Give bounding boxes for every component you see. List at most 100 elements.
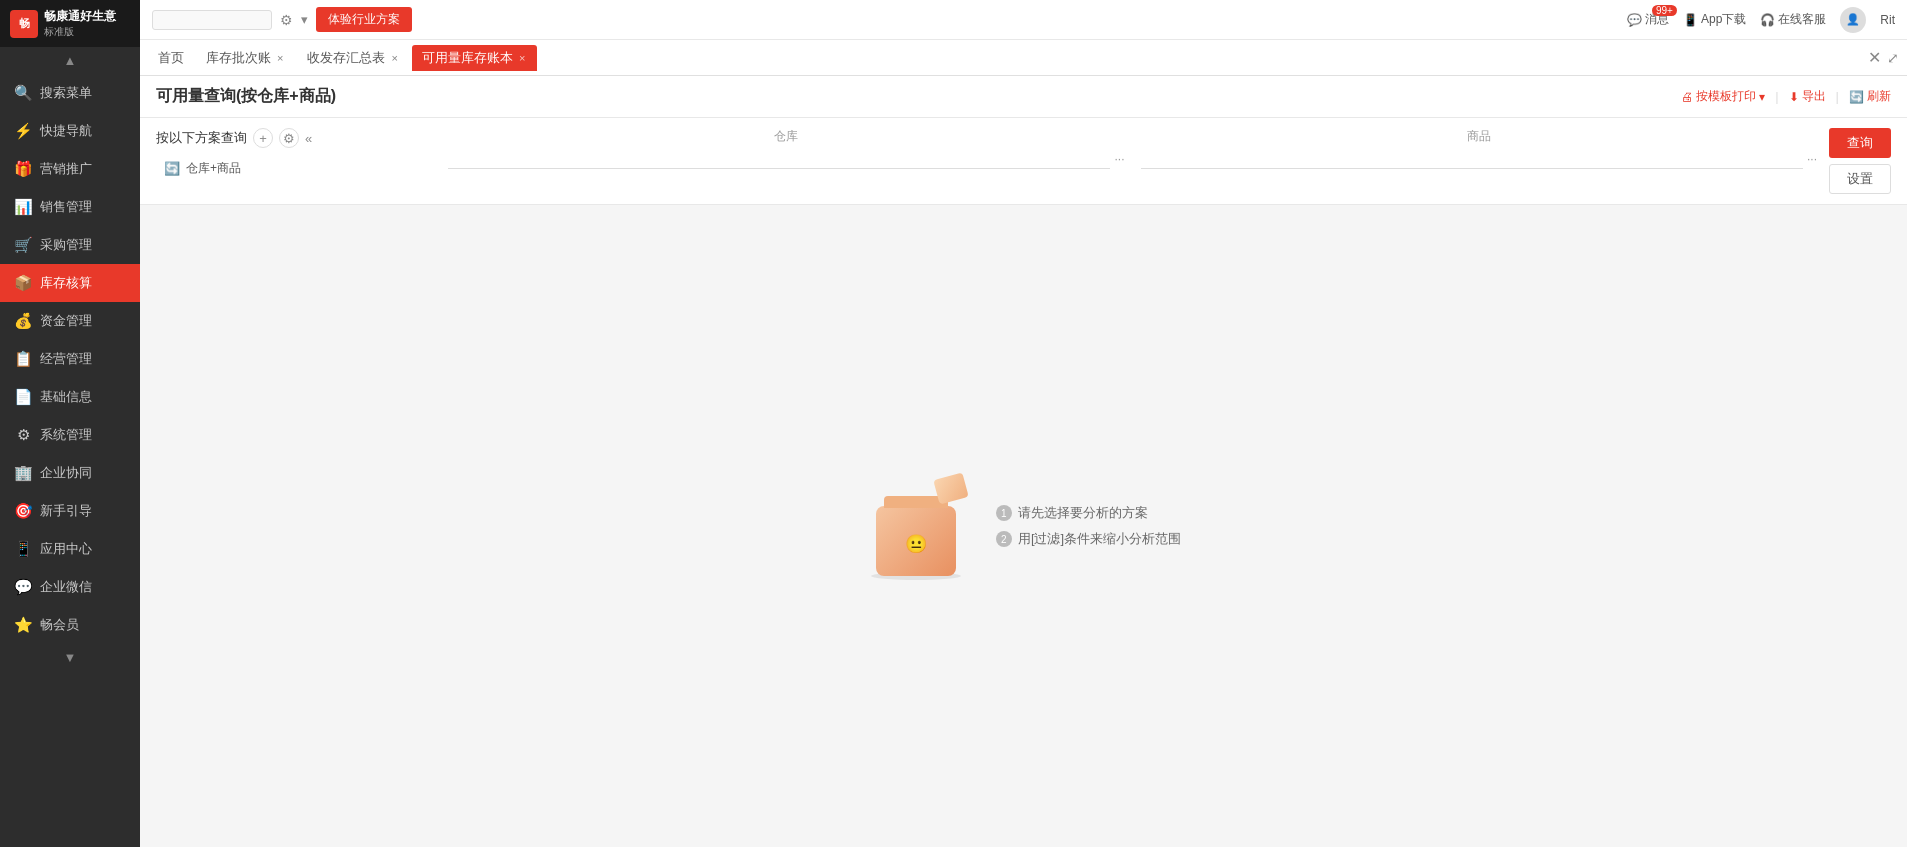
print-icon: 🖨 bbox=[1681, 90, 1693, 104]
search-input[interactable] bbox=[159, 13, 239, 27]
page-title: 可用量查询(按仓库+商品) bbox=[156, 86, 336, 107]
print-template-button[interactable]: 🖨 按模板打印 ▾ bbox=[1681, 88, 1765, 105]
app-download-button[interactable]: 📱 App下载 bbox=[1683, 11, 1746, 28]
sidebar-icon-member: ⭐ bbox=[14, 616, 32, 634]
refresh-icon: 🔄 bbox=[1849, 90, 1864, 104]
message-icon: 💬 bbox=[1627, 13, 1642, 27]
sidebar-icon-finance: 💰 bbox=[14, 312, 32, 330]
filter-scheme-header: 按以下方案查询 + ⚙ « bbox=[156, 128, 436, 148]
sidebar-item-basic[interactable]: 📄 基础信息 bbox=[0, 378, 140, 416]
message-badge: 99+ bbox=[1652, 5, 1677, 16]
tab-label-available: 可用量库存账本 bbox=[422, 49, 513, 67]
filter-panel: 按以下方案查询 + ⚙ « 🔄 仓库+商品 仓库 ··· bbox=[140, 118, 1907, 205]
empty-state: 😐 1 请先选择要分析的方案 2 用[过滤]条件来缩小分析范围 bbox=[140, 205, 1907, 847]
export-icon: ⬇ bbox=[1789, 90, 1799, 104]
tabs-container: 首页库存批次账 × 收发存汇总表 × 可用量库存账本 × bbox=[148, 45, 1866, 71]
tab-label-summary: 收发存汇总表 bbox=[307, 49, 385, 67]
sidebar-icon-basic: 📄 bbox=[14, 388, 32, 406]
sidebar: 畅 畅康通好生意 标准版 ▲ 🔍 搜索菜单 ⚡ 快捷导航 🎁 营销推广 📊 销售… bbox=[0, 0, 140, 847]
sidebar-item-inventory[interactable]: 📦 库存核算 bbox=[0, 264, 140, 302]
close-all-tabs-button[interactable]: ✕ bbox=[1868, 48, 1881, 67]
sidebar-icon-marketing: 🎁 bbox=[14, 160, 32, 178]
tab-summary[interactable]: 收发存汇总表 × bbox=[297, 45, 409, 71]
export-label: 导出 bbox=[1802, 88, 1826, 105]
sidebar-item-appcenter[interactable]: 📱 应用中心 bbox=[0, 530, 140, 568]
avatar-placeholder-icon: 👤 bbox=[1846, 13, 1860, 26]
sidebar-items-list: 🔍 搜索菜单 ⚡ 快捷导航 🎁 营销推广 📊 销售管理 🛒 采购管理 📦 库存核… bbox=[0, 74, 140, 644]
topbar-gear-icon[interactable]: ⚙ bbox=[280, 12, 293, 28]
sidebar-label-shortcut: 快捷导航 bbox=[40, 122, 92, 140]
message-button[interactable]: 💬 消息 99+ bbox=[1627, 11, 1669, 28]
filter-scheme-item[interactable]: 🔄 仓库+商品 bbox=[156, 156, 436, 181]
sidebar-icon-inventory: 📦 bbox=[14, 274, 32, 292]
scheme-icon: 🔄 bbox=[164, 161, 180, 176]
trial-button[interactable]: 体验行业方案 bbox=[316, 7, 412, 32]
sidebar-header: 畅 畅康通好生意 标准版 bbox=[0, 0, 140, 47]
tab-label-batch: 库存批次账 bbox=[206, 49, 271, 67]
sidebar-label-member: 畅会员 bbox=[40, 616, 79, 634]
sidebar-scroll-up[interactable]: ▲ bbox=[0, 47, 140, 74]
scheme-settings-button[interactable]: ⚙ bbox=[279, 128, 299, 148]
product-more-button[interactable]: ··· bbox=[1807, 152, 1817, 166]
empty-box-face: 😐 bbox=[905, 533, 927, 555]
sidebar-item-search[interactable]: 🔍 搜索菜单 bbox=[0, 74, 140, 112]
product-filter-field: 商品 ··· bbox=[1141, 128, 1818, 169]
warehouse-more-button[interactable]: ··· bbox=[1114, 152, 1124, 166]
collapse-filter-button[interactable]: « bbox=[305, 131, 312, 146]
sidebar-label-sales: 销售管理 bbox=[40, 198, 92, 216]
tab-batch[interactable]: 库存批次账 × bbox=[196, 45, 295, 71]
sidebar-title-wrap: 畅康通好生意 标准版 bbox=[44, 8, 116, 39]
sidebar-item-purchase[interactable]: 🛒 采购管理 bbox=[0, 226, 140, 264]
sidebar-label-system: 系统管理 bbox=[40, 426, 92, 444]
tab-close-summary[interactable]: × bbox=[389, 52, 399, 64]
tabs-right-buttons: ✕ ⤢ bbox=[1868, 48, 1899, 67]
sidebar-item-enterprise[interactable]: 🏢 企业协同 bbox=[0, 454, 140, 492]
sidebar-item-sales[interactable]: 📊 销售管理 bbox=[0, 188, 140, 226]
sidebar-item-member[interactable]: ⭐ 畅会员 bbox=[0, 606, 140, 644]
refresh-button[interactable]: 🔄 刷新 bbox=[1849, 88, 1891, 105]
sidebar-item-shortcut[interactable]: ⚡ 快捷导航 bbox=[0, 112, 140, 150]
expand-button[interactable]: ⤢ bbox=[1887, 50, 1899, 66]
sidebar-item-operations[interactable]: 📋 经营管理 bbox=[0, 340, 140, 378]
sidebar-icon-search: 🔍 bbox=[14, 84, 32, 102]
username[interactable]: Rit bbox=[1880, 13, 1895, 27]
filter-scheme-title: 按以下方案查询 bbox=[156, 129, 247, 147]
tab-available[interactable]: 可用量库存账本 × bbox=[412, 45, 537, 71]
add-scheme-button[interactable]: + bbox=[253, 128, 273, 148]
sidebar-icon-appcenter: 📱 bbox=[14, 540, 32, 558]
topbar-chevron-icon[interactable]: ▾ bbox=[301, 12, 308, 27]
export-button[interactable]: ⬇ 导出 bbox=[1789, 88, 1826, 105]
sidebar-item-system[interactable]: ⚙ 系统管理 bbox=[0, 416, 140, 454]
sidebar-scroll-down[interactable]: ▼ bbox=[0, 644, 140, 671]
empty-paper bbox=[933, 473, 968, 505]
sidebar-item-newbie[interactable]: 🎯 新手引导 bbox=[0, 492, 140, 530]
sidebar-label-purchase: 采购管理 bbox=[40, 236, 92, 254]
app-icon: 📱 bbox=[1683, 13, 1698, 27]
product-input[interactable] bbox=[1141, 148, 1803, 169]
tab-close-batch[interactable]: × bbox=[275, 52, 285, 64]
warehouse-label: 仓库 bbox=[448, 128, 1125, 145]
empty-illustration: 😐 bbox=[866, 476, 966, 576]
avatar: 👤 bbox=[1840, 7, 1866, 33]
topbar-right: 💬 消息 99+ 📱 App下载 🎧 在线客服 👤 Rit bbox=[1627, 7, 1895, 33]
warehouse-input[interactable] bbox=[448, 148, 1110, 169]
tabs-bar: 首页库存批次账 × 收发存汇总表 × 可用量库存账本 × ✕ ⤢ bbox=[140, 40, 1907, 76]
sidebar-label-search: 搜索菜单 bbox=[40, 84, 92, 102]
tab-close-available[interactable]: × bbox=[517, 52, 527, 64]
sidebar-item-finance[interactable]: 💰 资金管理 bbox=[0, 302, 140, 340]
sidebar-label-marketing: 营销推广 bbox=[40, 160, 92, 178]
sidebar-icon-enterprise: 🏢 bbox=[14, 464, 32, 482]
sidebar-item-marketing[interactable]: 🎁 营销推广 bbox=[0, 150, 140, 188]
sidebar-item-wechat[interactable]: 💬 企业微信 bbox=[0, 568, 140, 606]
service-label: 在线客服 bbox=[1778, 11, 1826, 28]
tab-home[interactable]: 首页 bbox=[148, 45, 194, 71]
sidebar-label-appcenter: 应用中心 bbox=[40, 540, 92, 558]
product-label: 商品 bbox=[1141, 128, 1818, 145]
query-button[interactable]: 查询 bbox=[1829, 128, 1891, 158]
service-button[interactable]: 🎧 在线客服 bbox=[1760, 11, 1826, 28]
page-header: 可用量查询(按仓库+商品) 🖨 按模板打印 ▾ | ⬇ 导出 | 🔄 刷新 bbox=[140, 76, 1907, 118]
sidebar-icon-wechat: 💬 bbox=[14, 578, 32, 596]
settings-button[interactable]: 设置 bbox=[1829, 164, 1891, 194]
page-header-actions: 🖨 按模板打印 ▾ | ⬇ 导出 | 🔄 刷新 bbox=[1681, 88, 1891, 105]
filter-action-buttons: 查询 设置 bbox=[1829, 128, 1891, 194]
